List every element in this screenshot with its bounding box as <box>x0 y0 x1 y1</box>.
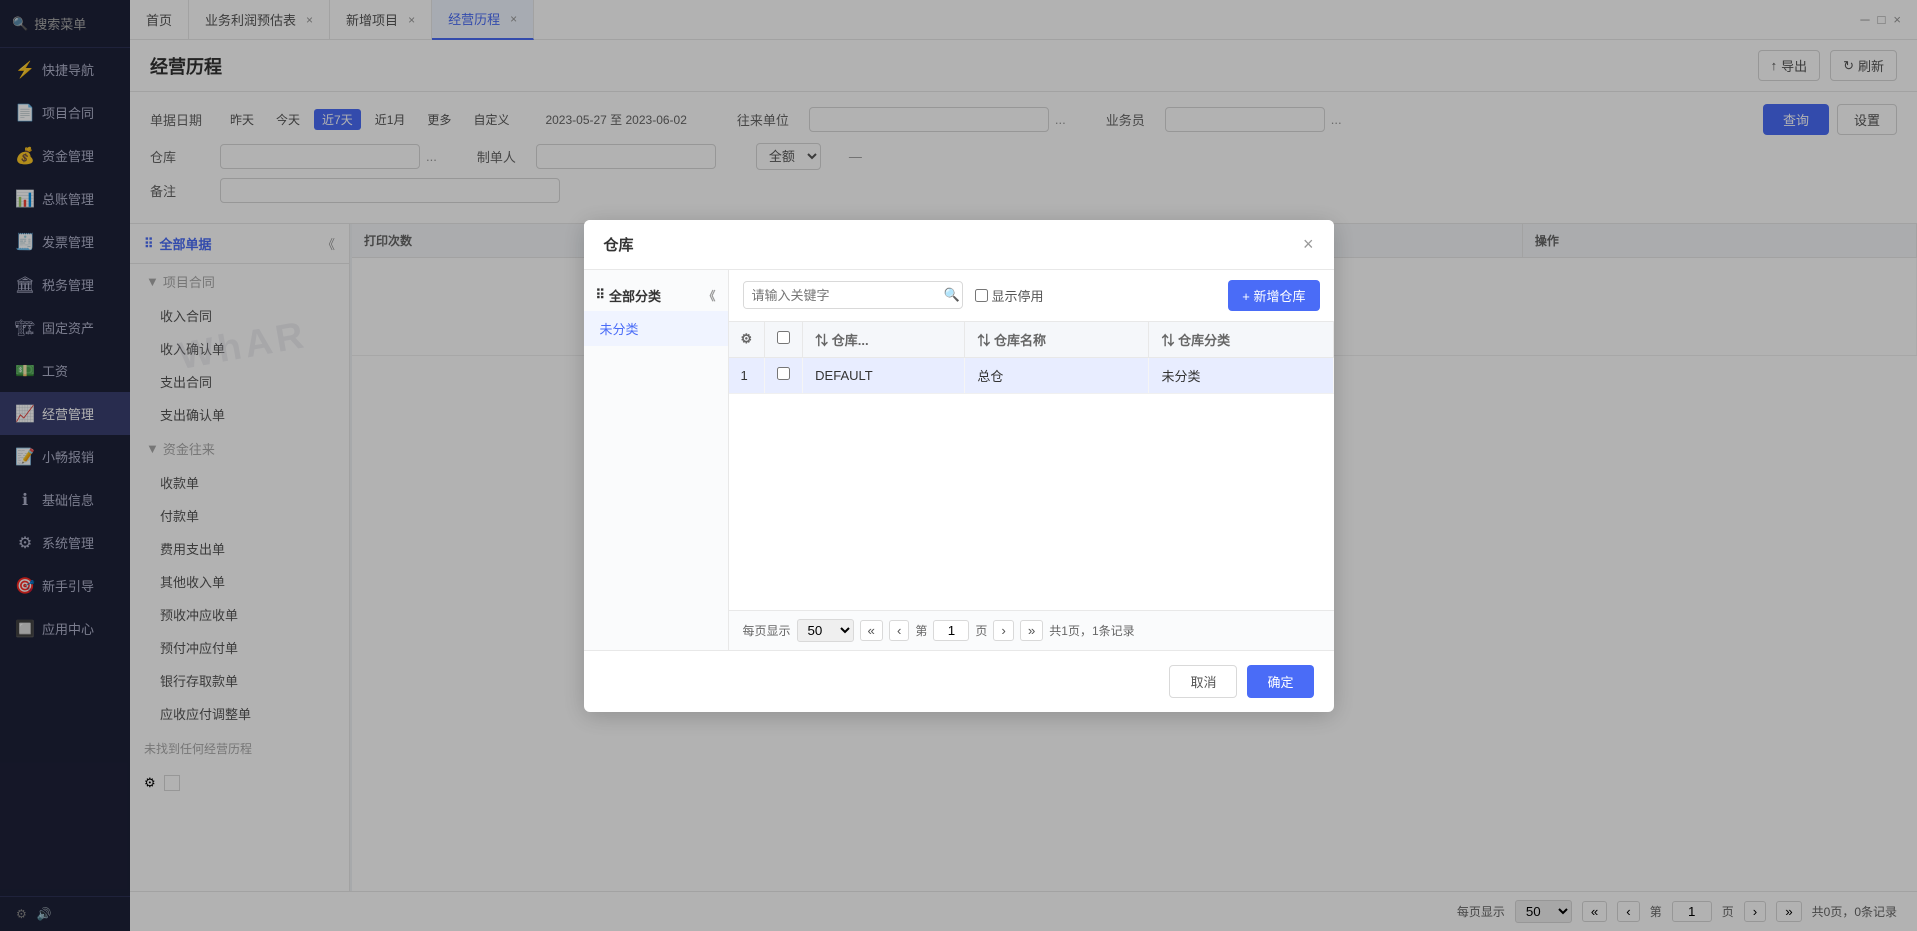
dialog-table: ⚙ ⇅ 仓库... ⇅ 仓库名称 <box>729 322 1334 394</box>
cancel-button[interactable]: 取消 <box>1169 665 1237 698</box>
warehouse-dialog: 仓库 × ⠿ 全部分类 《 未分类 <box>584 220 1334 712</box>
col-warehouse-code[interactable]: ⇅ 仓库... <box>803 322 965 358</box>
dialog-header: 仓库 × <box>584 220 1334 270</box>
dialog-body: ⠿ 全部分类 《 未分类 🔍 <box>584 270 1334 650</box>
row-name: 总仓 <box>965 357 1149 393</box>
dialog-sidebar-header: ⠿ 全部分类 《 <box>584 280 728 311</box>
search-icon[interactable]: 🔍 <box>936 282 963 308</box>
dialog-next-page[interactable]: › <box>993 620 1013 641</box>
confirm-button[interactable]: 确定 <box>1247 665 1313 698</box>
all-categories-icon: ⠿ <box>596 287 606 303</box>
dialog-prev-page[interactable]: ‹ <box>889 620 909 641</box>
dialog-table-header-row: ⚙ ⇅ 仓库... ⇅ 仓库名称 <box>729 322 1334 358</box>
dialog-table-row-1[interactable]: 1 DEFAULT 总仓 未分类 <box>729 357 1334 393</box>
all-categories-label: 全部分类 <box>609 286 661 305</box>
dialog-page-suffix: 页 <box>975 622 987 639</box>
col-warehouse-category-label: 仓库分类 <box>1178 333 1230 348</box>
col-warehouse-category[interactable]: ⇅ 仓库分类 <box>1149 322 1333 358</box>
dialog-total-label: 共1页，1条记录 <box>1049 622 1134 639</box>
show-disabled-text: 显示停用 <box>992 286 1044 305</box>
dialog-footer-bar: 每页显示 50 100 « ‹ 第 页 › » 共1页，1条记录 <box>729 610 1334 650</box>
add-warehouse-button[interactable]: + 新增仓库 <box>1228 280 1319 311</box>
dialog-per-page-select[interactable]: 50 100 <box>797 619 854 642</box>
dialog-actions: 取消 确定 <box>584 650 1334 712</box>
sort-icon: ⇅ <box>815 333 828 348</box>
dialog-sidebar-item-uncategorized[interactable]: 未分类 <box>584 311 728 346</box>
sort-icon-2: ⇅ <box>977 333 990 348</box>
row-category: 未分类 <box>1149 357 1333 393</box>
col-warehouse-name-label: 仓库名称 <box>994 333 1046 348</box>
col-checkbox-header <box>765 322 803 358</box>
row-code: DEFAULT <box>803 357 965 393</box>
col-settings[interactable]: ⚙ <box>729 322 765 358</box>
col-warehouse-name[interactable]: ⇅ 仓库名称 <box>965 322 1149 358</box>
dialog-overlay: 仓库 × ⠿ 全部分类 《 未分类 <box>0 0 1917 931</box>
row-checkbox-cell[interactable] <box>765 357 803 393</box>
dialog-search-box: 🔍 <box>743 281 963 309</box>
dialog-last-page[interactable]: » <box>1020 620 1043 641</box>
row-checkbox[interactable] <box>777 367 790 380</box>
dialog-first-page[interactable]: « <box>860 620 883 641</box>
dialog-main: 🔍 显示停用 + 新增仓库 ⚙ <box>729 270 1334 650</box>
dialog-title: 仓库 <box>604 234 634 255</box>
dialog-page-input[interactable] <box>933 620 969 641</box>
row-num: 1 <box>729 357 765 393</box>
show-disabled-checkbox[interactable] <box>975 289 988 302</box>
dialog-close-button[interactable]: × <box>1303 234 1314 255</box>
dialog-pagination: 每页显示 50 100 « ‹ 第 页 › » 共1页，1条记录 <box>743 619 1135 642</box>
sort-icon-3: ⇅ <box>1161 333 1174 348</box>
dialog-search-input[interactable] <box>744 283 936 308</box>
dialog-toolbar: 🔍 显示停用 + 新增仓库 <box>729 270 1334 322</box>
dialog-page-label: 第 <box>915 622 927 639</box>
show-disabled-label[interactable]: 显示停用 <box>975 286 1044 305</box>
col-warehouse-code-label: 仓库... <box>832 333 869 348</box>
dialog-per-page-label: 每页显示 <box>743 622 791 639</box>
dialog-sidebar-collapse[interactable]: 《 <box>703 287 715 304</box>
select-all-checkbox[interactable] <box>777 331 790 344</box>
dialog-sidebar: ⠿ 全部分类 《 未分类 <box>584 270 729 650</box>
dialog-table-wrap: ⚙ ⇅ 仓库... ⇅ 仓库名称 <box>729 322 1334 610</box>
